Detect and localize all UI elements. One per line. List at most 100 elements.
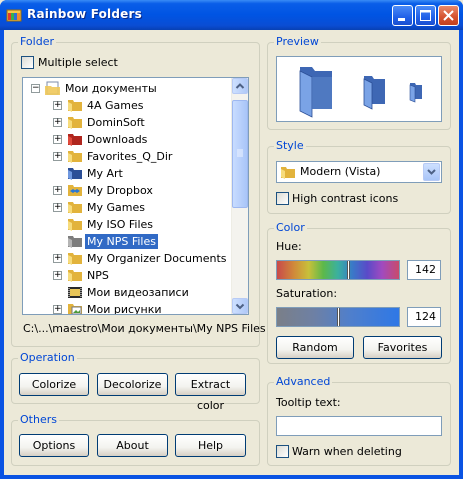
colorize-button[interactable]: Colorize bbox=[19, 373, 89, 396]
tree-item[interactable]: + Мои рисунки bbox=[23, 301, 233, 315]
tree-item[interactable]: + Favorites_Q_Dir bbox=[23, 148, 233, 165]
style-dropdown[interactable]: Modern (Vista) bbox=[276, 161, 442, 183]
extract-color-button[interactable]: Extract color bbox=[175, 373, 246, 412]
saturation-label: Saturation: bbox=[276, 287, 338, 300]
minimize-button[interactable] bbox=[392, 5, 413, 26]
tree-item-label: My Art bbox=[87, 167, 123, 180]
close-button[interactable] bbox=[438, 5, 459, 26]
collapse-icon[interactable]: − bbox=[31, 84, 40, 93]
random-button[interactable]: Random bbox=[276, 336, 354, 359]
expand-icon[interactable]: + bbox=[53, 203, 62, 212]
tree-item[interactable]: My ISO Files bbox=[23, 216, 233, 233]
my-documents-icon bbox=[45, 81, 60, 95]
folder-icon bbox=[68, 117, 82, 129]
saturation-slider-thumb[interactable] bbox=[337, 308, 340, 326]
tree-item[interactable]: + My Organizer Documents bbox=[23, 250, 233, 267]
tooltip-text-label: Tooltip text: bbox=[276, 396, 341, 409]
expand-icon[interactable]: + bbox=[53, 305, 62, 314]
tree-item[interactable]: + My Dropbox bbox=[23, 182, 233, 199]
decolorize-button[interactable]: Decolorize bbox=[97, 373, 168, 396]
maximize-icon bbox=[420, 10, 431, 21]
hue-label: Hue: bbox=[276, 240, 302, 253]
warn-when-deleting-label: Warn when deleting bbox=[292, 445, 402, 458]
options-button[interactable]: Options bbox=[19, 434, 89, 457]
folder-group-title: Folder bbox=[18, 35, 56, 48]
tree-item-label: NPS bbox=[87, 269, 109, 282]
tree-item-label: My Games bbox=[87, 201, 145, 214]
chevron-up-icon bbox=[235, 83, 245, 89]
tree-item[interactable]: My Art bbox=[23, 165, 233, 182]
chevron-down-icon bbox=[427, 169, 436, 175]
tree-item-label: My Dropbox bbox=[87, 184, 153, 197]
tree-item[interactable]: + NPS bbox=[23, 267, 233, 284]
expand-icon[interactable]: + bbox=[53, 271, 62, 280]
style-selected-value: Modern (Vista) bbox=[300, 165, 381, 178]
advanced-group-title: Advanced bbox=[274, 375, 333, 388]
selected-folder-path: C:\...\maestro\Мои документы\My NPS File… bbox=[23, 322, 266, 335]
high-contrast-label: High contrast icons bbox=[292, 192, 399, 205]
expand-icon[interactable]: + bbox=[53, 254, 62, 263]
scroll-down-button[interactable] bbox=[232, 298, 248, 314]
style-dropdown-button[interactable] bbox=[423, 163, 440, 181]
hue-value-field[interactable]: 142 bbox=[407, 260, 441, 280]
preview-group-title: Preview bbox=[274, 35, 321, 48]
tree-item[interactable]: Мои видеозаписи bbox=[23, 284, 233, 301]
folder-tree[interactable]: − Мои документы +4A Games + DominSoft + Downlo… bbox=[22, 77, 249, 315]
tree-item[interactable]: My NPS Files bbox=[23, 233, 233, 250]
tree-item[interactable]: + Downloads bbox=[23, 131, 233, 148]
folder-icon bbox=[68, 151, 82, 163]
tree-item-label: Мои видеозаписи bbox=[87, 286, 189, 299]
tree-item[interactable]: + My Games bbox=[23, 199, 233, 216]
saturation-value-field[interactable]: 124 bbox=[407, 307, 441, 327]
rainbow-folders-app-icon bbox=[6, 9, 22, 22]
help-button[interactable]: Help bbox=[175, 434, 246, 457]
dropbox-folder-icon bbox=[68, 185, 82, 196]
saturation-slider[interactable] bbox=[276, 307, 400, 327]
maximize-button[interactable] bbox=[415, 5, 436, 26]
pictures-folder-icon bbox=[68, 304, 82, 314]
scroll-up-button[interactable] bbox=[232, 78, 248, 94]
folder-preview-box bbox=[276, 56, 442, 122]
app-window: Rainbow Folders Folder Multiple select −… bbox=[0, 0, 463, 479]
expand-icon[interactable]: + bbox=[53, 135, 62, 144]
tree-item-label: Downloads bbox=[87, 133, 148, 146]
tree-item-label: Мои рисунки bbox=[87, 303, 162, 315]
operation-group-title: Operation bbox=[18, 351, 77, 364]
folder-icon bbox=[68, 270, 82, 282]
about-button[interactable]: About bbox=[97, 434, 168, 457]
small-folder-preview-icon bbox=[409, 83, 422, 103]
multiple-select-checkbox[interactable] bbox=[21, 56, 34, 69]
tree-item[interactable]: +4A Games bbox=[23, 97, 233, 114]
tree-item-label: 4A Games bbox=[87, 99, 144, 112]
tooltip-text-input[interactable] bbox=[276, 416, 442, 436]
client-area: Folder Multiple select − Мои документы +4A… bbox=[4, 30, 459, 475]
tree-item-label: My Organizer Documents bbox=[87, 252, 227, 265]
tree-item[interactable]: + DominSoft bbox=[23, 114, 233, 131]
grip-icon bbox=[237, 149, 243, 157]
tree-vertical-scrollbar[interactable] bbox=[231, 78, 248, 314]
tree-item[interactable]: − Мои документы bbox=[23, 80, 233, 97]
multiple-select-label: Multiple select bbox=[38, 56, 118, 69]
color-group-title: Color bbox=[274, 221, 307, 234]
tree-item-label: My NPS Files bbox=[85, 234, 158, 249]
warn-when-deleting-checkbox[interactable] bbox=[276, 445, 289, 458]
expand-icon[interactable]: + bbox=[53, 118, 62, 127]
yellow-folder-icon bbox=[281, 167, 295, 179]
tree-item-label: Мои документы bbox=[65, 82, 157, 95]
medium-folder-preview-icon bbox=[363, 76, 385, 110]
title-bar[interactable]: Rainbow Folders bbox=[0, 0, 463, 30]
expand-icon[interactable]: + bbox=[53, 101, 62, 110]
favorites-button[interactable]: Favorites bbox=[363, 336, 442, 359]
folder-icon bbox=[68, 100, 82, 112]
hue-slider-thumb[interactable] bbox=[347, 261, 350, 279]
folder-preview-icons bbox=[299, 67, 422, 118]
expand-icon[interactable]: + bbox=[53, 152, 62, 161]
expand-icon[interactable]: + bbox=[53, 186, 62, 195]
hue-slider[interactable] bbox=[276, 260, 400, 280]
scroll-thumb[interactable] bbox=[232, 100, 248, 208]
video-folder-icon bbox=[68, 287, 82, 298]
high-contrast-checkbox[interactable] bbox=[276, 192, 289, 205]
close-icon bbox=[443, 10, 454, 21]
tree-item-label: Favorites_Q_Dir bbox=[87, 150, 173, 163]
folder-icon bbox=[68, 202, 82, 214]
